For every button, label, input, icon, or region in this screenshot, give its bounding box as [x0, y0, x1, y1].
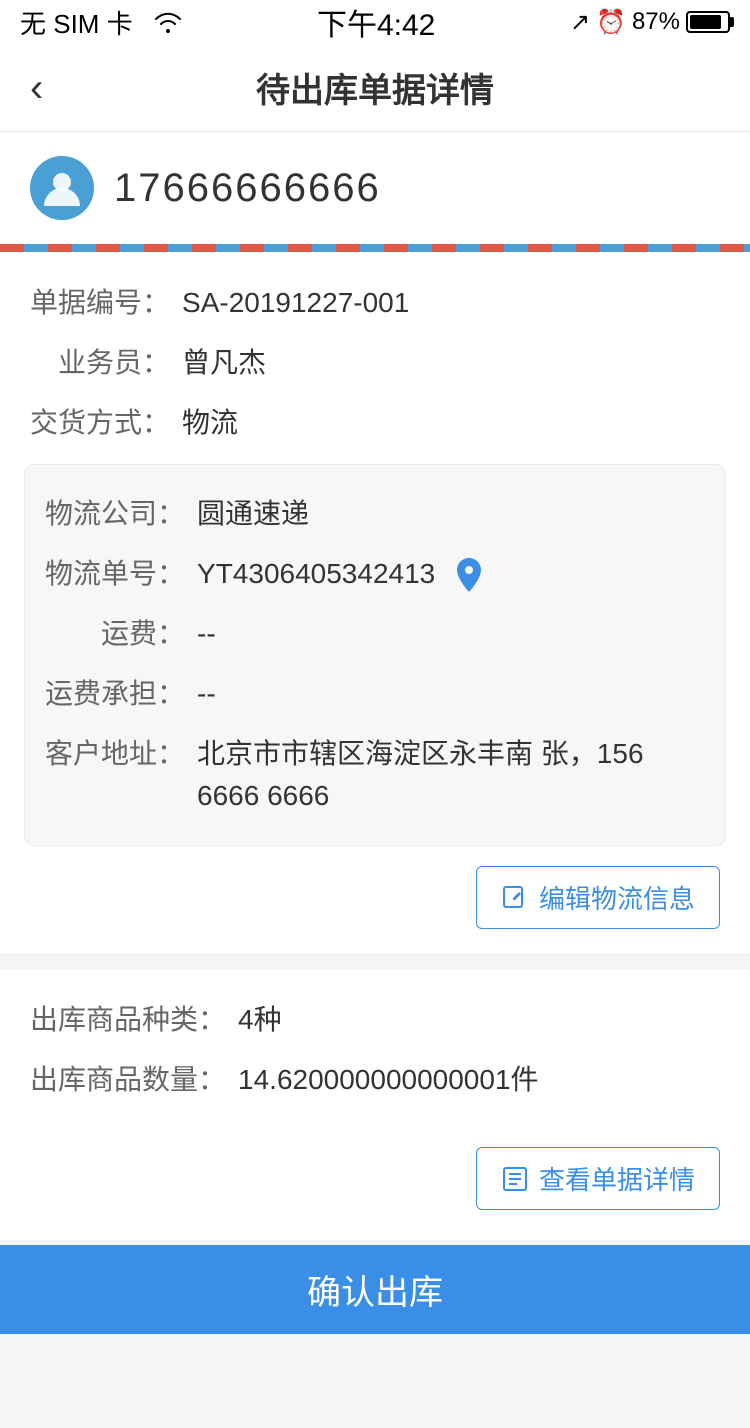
avatar	[30, 156, 94, 220]
status-indicators: ↗ ⏰ 87%	[570, 8, 730, 37]
status-bar: 无 SIM 卡 下午4:42 ↗ ⏰ 87%	[0, 0, 750, 44]
address-label: 客户地址：	[45, 733, 185, 775]
dashed-divider	[0, 244, 750, 252]
delivery-value: 物流	[182, 402, 720, 444]
freight-value: --	[197, 613, 705, 655]
salesman-row: 业务员： 曾凡杰	[30, 342, 720, 384]
order-no-value: SA-20191227-001	[182, 282, 720, 324]
goods-types-value: 4种	[238, 999, 720, 1041]
back-button[interactable]: ‹	[30, 68, 43, 108]
status-time: 下午4:42	[317, 0, 435, 44]
tracking-row: 物流单号： YT4306405342413	[45, 553, 705, 595]
goods-info-section: 出库商品种类： 4种 出库商品数量： 14.620000000000001件	[0, 969, 750, 1131]
map-pin-icon[interactable]	[451, 556, 487, 592]
order-info-section: 单据编号： SA-20191227-001 业务员： 曾凡杰 交货方式： 物流	[0, 252, 750, 464]
location-status-icon: ↗	[570, 8, 590, 37]
address-value: 北京市市辖区海淀区永丰南 张，156 6666 6666	[197, 733, 705, 817]
order-no-label: 单据编号：	[30, 282, 170, 324]
view-detail-button[interactable]: 查看单据详情	[476, 1147, 720, 1210]
goods-quantity-row: 出库商品数量： 14.620000000000001件	[30, 1059, 720, 1101]
delivery-row: 交货方式： 物流	[30, 402, 720, 444]
salesman-label: 业务员：	[30, 342, 170, 384]
delivery-label: 交货方式：	[30, 402, 170, 444]
status-carrier: 无 SIM 卡	[20, 4, 182, 41]
freight-bearer-value: --	[197, 673, 705, 715]
view-detail-row: 查看单据详情	[0, 1131, 750, 1240]
goods-quantity-label: 出库商品数量：	[30, 1059, 226, 1101]
salesman-value: 曾凡杰	[182, 342, 720, 384]
edit-icon	[501, 884, 529, 912]
freight-bearer-row: 运费承担： --	[45, 673, 705, 715]
wifi-icon	[154, 9, 182, 39]
goods-types-label: 出库商品种类：	[30, 999, 226, 1041]
logistics-company-value: 圆通速递	[197, 493, 705, 535]
customer-phone: 17666666666	[114, 166, 381, 211]
battery-icon	[686, 11, 730, 33]
freight-label: 运费：	[45, 613, 185, 655]
battery-percent: 87%	[632, 8, 680, 36]
customer-header: 17666666666	[0, 132, 750, 244]
tracking-label: 物流单号：	[45, 553, 185, 595]
order-no-row: 单据编号： SA-20191227-001	[30, 282, 720, 324]
logistics-company-label: 物流公司：	[45, 493, 185, 535]
separator-1	[0, 953, 750, 969]
alarm-icon: ⏰	[596, 8, 626, 37]
goods-types-row: 出库商品种类： 4种	[30, 999, 720, 1041]
freight-row: 运费： --	[45, 613, 705, 655]
logistics-section: 物流公司： 圆通速递 物流单号： YT4306405342413 运费： -- …	[24, 464, 726, 846]
logistics-company-row: 物流公司： 圆通速递	[45, 493, 705, 535]
freight-bearer-label: 运费承担：	[45, 673, 185, 715]
nav-bar: ‹ 待出库单据详情	[0, 44, 750, 132]
goods-quantity-value: 14.620000000000001件	[238, 1059, 720, 1101]
address-row: 客户地址： 北京市市辖区海淀区永丰南 张，156 6666 6666	[45, 733, 705, 817]
edit-logistics-row: 编辑物流信息	[0, 846, 750, 953]
list-icon	[501, 1165, 529, 1193]
edit-logistics-button[interactable]: 编辑物流信息	[476, 866, 720, 929]
confirm-outbound-button[interactable]: 确认出库	[307, 1265, 443, 1314]
tracking-value: YT4306405342413	[197, 553, 705, 595]
page-title: 待出库单据详情	[256, 63, 494, 112]
confirm-button-container: 确认出库	[0, 1245, 750, 1334]
